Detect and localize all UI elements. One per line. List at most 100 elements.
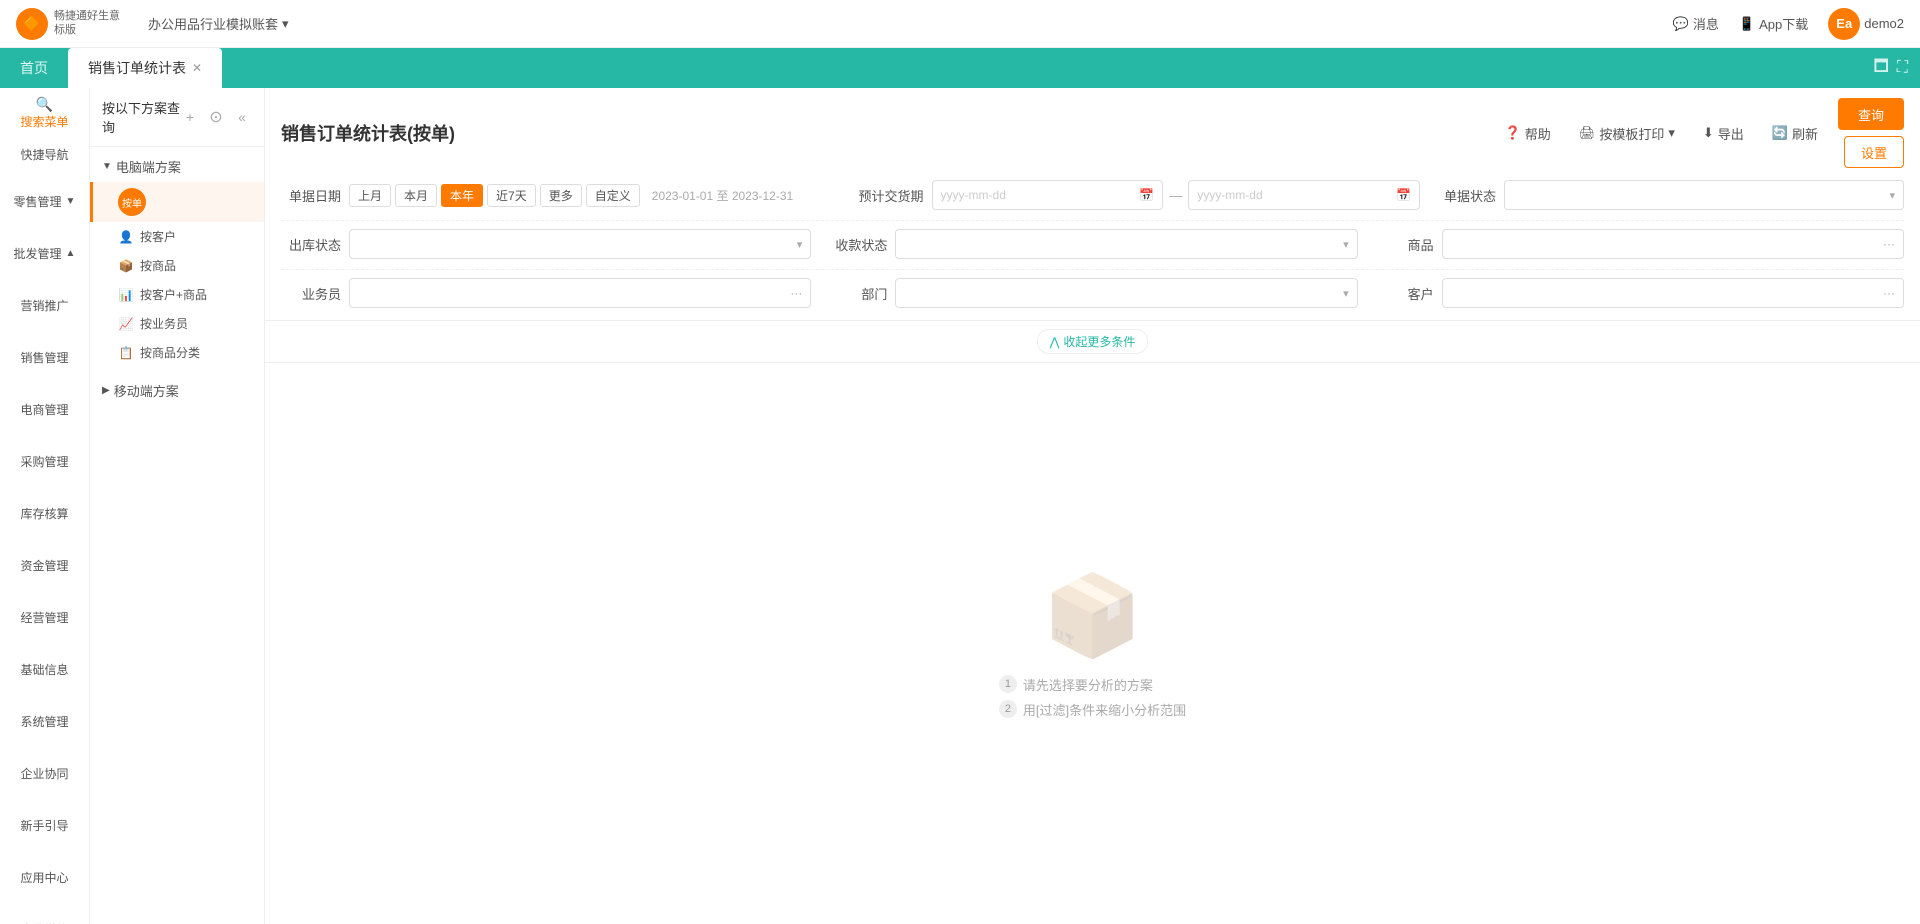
salesperson-label: 业务员 <box>281 284 341 303</box>
collapse-scheme-button[interactable]: « <box>232 107 252 127</box>
customer-select[interactable]: ··· <box>1442 278 1904 308</box>
more-dots-icon: ··· <box>1883 286 1895 300</box>
filter-row-3: 业务员 ··· 部门 ▾ <box>281 278 1904 308</box>
page-actions: ❓ 帮助 🖨 按模板打印 ▾ ⬇ 导出 🔄 刷新 <box>1497 98 1904 168</box>
sidebar-item-app-center[interactable]: 应用中心 <box>0 851 89 903</box>
quick-nav-button[interactable]: 快捷导航 <box>0 138 89 171</box>
tab-sales-stat[interactable]: 销售订单统计表 ✕ <box>68 48 222 88</box>
empty-tip-2: 2 用[过滤]条件来缩小分析范围 <box>999 700 1186 719</box>
chevron-down-icon: ▾ <box>1889 189 1895 202</box>
more-dots-icon: ··· <box>1883 237 1895 251</box>
filter-divider <box>281 220 1904 221</box>
chevron-down-icon: ▾ <box>797 238 803 251</box>
sidebar-item-basic-info[interactable]: 基础信息 <box>0 643 89 695</box>
query-button[interactable]: 查询 <box>1838 98 1904 130</box>
department-select[interactable]: ▾ <box>895 278 1357 308</box>
top-bar-right: 💬 消息 📱 App下载 Ea demo2 <box>1673 8 1904 40</box>
chevron-down-icon: ▾ <box>1343 238 1349 251</box>
empty-tip-1: 1 请先选择要分析的方案 <box>999 675 1186 694</box>
help-button[interactable]: ❓ 帮助 <box>1497 120 1559 147</box>
refresh-button[interactable]: 🔄 刷新 <box>1764 120 1826 147</box>
scheme-item-by-category[interactable]: 📋 按商品分类 <box>90 338 264 367</box>
date-btn-7days[interactable]: 近7天 <box>487 184 536 207</box>
filter-section: 单据日期 上月 本月 本年 近7天 更多 自定义 2023-01-01 至 20… <box>265 168 1920 321</box>
scheme-item-by-product[interactable]: 📦 按商品 <box>90 251 264 280</box>
export-button[interactable]: ⬇ 导出 <box>1695 120 1752 147</box>
scheme-panel-actions: + ⊙ « <box>180 107 252 127</box>
date-btn-this-year[interactable]: 本年 <box>441 184 483 207</box>
scheme-group-header-mobile[interactable]: ▶ 移动端方案 <box>90 375 264 406</box>
sidebar-item-sys-mgmt[interactable]: 系统管理 <box>0 695 89 747</box>
sidebar-item-marketing[interactable]: 营销推广 <box>0 279 89 331</box>
page-top: 销售订单统计表(按单) ❓ 帮助 🖨 按模板打印 ▾ ⬇ 导出 <box>265 88 1920 168</box>
nav-tabs-actions: 🗖 ⛶ <box>1874 55 1920 82</box>
avatar: Ea <box>1828 8 1860 40</box>
phone-icon: 📱 <box>1739 16 1755 32</box>
delivery-date-end[interactable]: yyyy-mm-dd 📅 <box>1188 180 1420 210</box>
sidebar-item-retail[interactable]: 零售管理 ▼ <box>0 175 89 227</box>
chevron-down-icon: ▾ <box>1668 125 1675 141</box>
sidebar-item-new-guide[interactable]: 新手引导 <box>0 799 89 851</box>
message-button[interactable]: 💬 消息 <box>1673 14 1719 33</box>
chevron-down-icon: ▾ <box>282 16 289 32</box>
edit-scheme-button[interactable]: ⊙ <box>206 107 226 127</box>
sidebar-item-enterprise[interactable]: 企业协同 <box>0 747 89 799</box>
date-btn-this-month[interactable]: 本月 <box>395 184 437 207</box>
collapse-button[interactable]: ⋀ 收起更多条件 <box>1037 329 1149 354</box>
help-icon: ❓ <box>1505 125 1521 141</box>
expand-icon[interactable]: ⛶ <box>1897 59 1908 77</box>
scheme-item-by-customer-product[interactable]: 📊 按客户+商品 <box>90 280 264 309</box>
date-btn-last-month[interactable]: 上月 <box>349 184 391 207</box>
sidebar-item-operations[interactable]: 经营管理 <box>0 591 89 643</box>
sidebar-item-corp-wechat[interactable]: 企业微信 <box>0 903 89 924</box>
sidebar-item-ecommerce[interactable]: 电商管理 <box>0 383 89 435</box>
sidebar-item-finance[interactable]: 资金管理 <box>0 539 89 591</box>
refresh-icon: 🔄 <box>1772 125 1788 141</box>
main-layout: 🔍 搜索菜单 快捷导航 零售管理 ▼ 批发管理 ▲ 营销推广 销售管理 电商管理… <box>0 88 1920 924</box>
tab-home[interactable]: 首页 <box>0 48 68 88</box>
delivery-date-range: yyyy-mm-dd 📅 — yyyy-mm-dd 📅 <box>932 180 1421 210</box>
app-download-button[interactable]: 📱 App下载 <box>1739 14 1808 33</box>
sidebar-item-purchase[interactable]: 采购管理 <box>0 435 89 487</box>
settings-button[interactable]: 设置 <box>1844 136 1904 168</box>
scheme-item-by-salesperson[interactable]: 📈 按业务员 <box>90 309 264 338</box>
payment-status-select[interactable]: ▾ <box>895 229 1357 259</box>
delivery-date-start[interactable]: yyyy-mm-dd 📅 <box>932 180 1164 210</box>
header-btns: 查询 设置 <box>1838 98 1904 168</box>
date-btn-more[interactable]: 更多 <box>540 184 582 207</box>
salesperson-select[interactable]: ··· <box>349 278 811 308</box>
sidebar-item-sales-mgmt[interactable]: 销售管理 <box>0 331 89 383</box>
search-menu-button[interactable]: 🔍 搜索菜单 <box>0 88 89 138</box>
user-menu[interactable]: Ea demo2 <box>1828 8 1904 40</box>
chevron-up-icon: ▲ <box>66 248 76 259</box>
collapse-row: ⋀ 收起更多条件 <box>265 321 1920 363</box>
chevron-right-icon: ▶ <box>102 385 110 396</box>
product-select[interactable]: ··· <box>1442 229 1904 259</box>
date-btn-custom[interactable]: 自定义 <box>586 184 640 207</box>
chevron-down-icon: ▼ <box>66 196 76 207</box>
product-label: 商品 <box>1374 235 1434 254</box>
sidebar-item-inventory[interactable]: 库存核算 <box>0 487 89 539</box>
minimize-icon[interactable]: 🗖 <box>1874 55 1889 82</box>
top-bar-left: 🔶 畅捷通好生意 标版 办公用品行业模拟账套 ▾ <box>16 8 289 40</box>
nav-tabs: 首页 销售订单统计表 ✕ 🗖 ⛶ <box>0 48 1920 88</box>
order-status-select[interactable]: ▾ <box>1504 180 1904 210</box>
add-scheme-button[interactable]: + <box>180 107 200 127</box>
scheme-group-header-pc[interactable]: ▼ 电脑端方案 <box>90 151 264 182</box>
company-selector[interactable]: 办公用品行业模拟账套 ▾ <box>148 14 289 33</box>
tab-close-icon[interactable]: ✕ <box>192 61 202 75</box>
calendar-icon: 📅 <box>1396 188 1411 202</box>
scheme-item-by-customer[interactable]: 👤 按客户 <box>90 222 264 251</box>
print-icon: 🖨 <box>1579 125 1596 141</box>
template-print-button[interactable]: 🖨 按模板打印 ▾ <box>1571 120 1683 147</box>
ship-status-select[interactable]: ▾ <box>349 229 811 259</box>
scheme-item-by-order[interactable]: 按单 <box>90 182 264 222</box>
sidebar-item-wholesale[interactable]: 批发管理 ▲ <box>0 227 89 279</box>
salesperson-icon: 📈 <box>118 316 134 332</box>
filter-row-2: 出库状态 ▾ 收款状态 ▾ <box>281 229 1904 259</box>
scheme-panel-header: 按以下方案查询 + ⊙ « <box>90 88 264 147</box>
date-range-text: 2023-01-01 至 2023-12-31 <box>652 187 793 204</box>
more-dots-icon: ··· <box>790 286 802 300</box>
customer-product-icon: 📊 <box>118 287 134 303</box>
logo-area: 🔶 畅捷通好生意 标版 <box>16 8 120 40</box>
